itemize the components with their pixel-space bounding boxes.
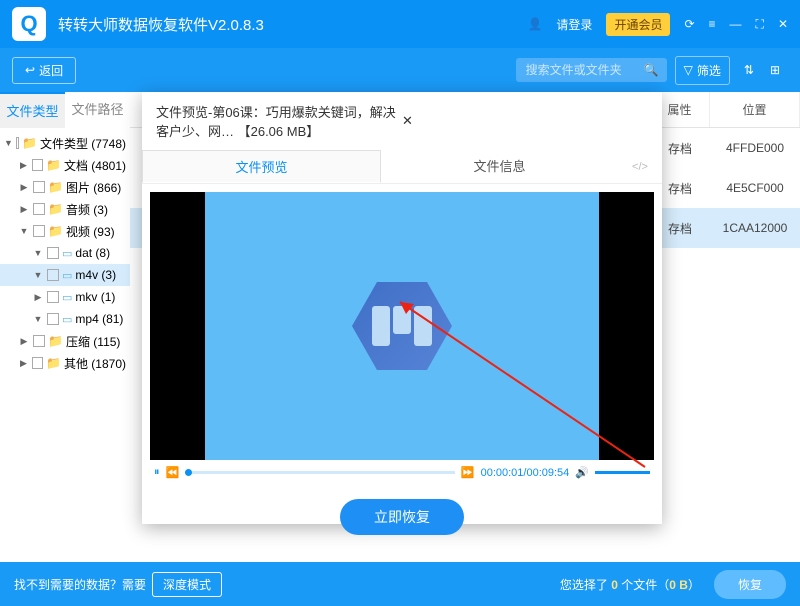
tab-info[interactable]: 文件信息 <box>381 150 618 183</box>
close-icon[interactable]: ✕ <box>778 17 788 31</box>
volume-bar[interactable] <box>595 471 650 474</box>
tab-file-path[interactable]: 文件路径 <box>65 92 130 128</box>
login-link[interactable]: 请登录 <box>556 16 592 33</box>
app-logo: Q <box>12 7 46 41</box>
volume-icon[interactable]: 🔊 <box>575 466 589 479</box>
status-text: 您选择了 0 个文件（0 B） <box>560 576 700 593</box>
back-button[interactable]: ↩ 返回 <box>12 57 76 84</box>
filter-icon: ▽ <box>684 63 693 77</box>
modal-restore-button[interactable]: 立即恢复 <box>340 499 464 535</box>
deep-mode-button[interactable]: 深度模式 <box>152 572 222 597</box>
footer: 找不到需要的数据？需要 深度模式 您选择了 0 个文件（0 B） 恢复 <box>0 562 800 606</box>
video-frame[interactable] <box>150 192 654 460</box>
vip-button[interactable]: 开通会员 <box>606 13 670 36</box>
filter-button[interactable]: ▽ 筛选 <box>675 56 730 85</box>
search-input[interactable] <box>516 58 636 82</box>
video-controls: ⏸ ⏪ ⏩ 00:00:01/00:09:54 🔊 <box>150 460 654 479</box>
progress-bar[interactable] <box>185 471 455 474</box>
file-tree: ▼📁文件类型 (7748)▶📁文档 (4801)▶📁图片 (866)▶📁音频 (… <box>0 128 130 378</box>
close-icon[interactable]: ✕ <box>402 113 648 129</box>
tab-code[interactable]: </> <box>618 150 662 183</box>
user-icon[interactable]: 👤 <box>527 17 542 31</box>
app-title: 转转大师数据恢复软件V2.0.8.3 <box>58 14 527 35</box>
tree-item[interactable]: ▶📁图片 (866) <box>0 176 130 198</box>
grid-icon[interactable]: ⊞ <box>762 58 788 82</box>
search-icon[interactable]: 🔍 <box>636 58 667 82</box>
footer-tip: 找不到需要的数据？需要 <box>14 576 146 593</box>
tree-item[interactable]: ▼▭dat (8) <box>0 242 130 264</box>
video-thumbnail-icon <box>352 276 452 376</box>
time-display: 00:00:01/00:09:54 <box>481 467 570 479</box>
tree-item[interactable]: ▶📁文档 (4801) <box>0 154 130 176</box>
sidebar: 文件类型 文件路径 ▼📁文件类型 (7748)▶📁文档 (4801)▶📁图片 (… <box>0 92 130 562</box>
maximize-icon[interactable]: ⛶ <box>756 17 764 32</box>
refresh-icon[interactable]: ⟳ <box>684 17 694 31</box>
titlebar: Q 转转大师数据恢复软件V2.0.8.3 👤 请登录 开通会员 ⟳ ≡ — ⛶ … <box>0 0 800 48</box>
col-loc[interactable]: 位置 <box>710 92 800 127</box>
toolbar: ↩ 返回 🔍 ▽ 筛选 ⇅ ⊞ <box>0 48 800 92</box>
pause-icon[interactable]: ⏸ <box>154 466 160 479</box>
tree-item[interactable]: ▼▭mp4 (81) <box>0 308 130 330</box>
tree-item[interactable]: ▶📁压缩 (115) <box>0 330 130 352</box>
tree-item[interactable]: ▶📁其他 (1870) <box>0 352 130 374</box>
tab-preview[interactable]: 文件预览 <box>142 150 381 183</box>
tab-file-type[interactable]: 文件类型 <box>0 92 65 128</box>
back-arrow-icon: ↩ <box>25 63 35 77</box>
sort-icon[interactable]: ⇅ <box>736 58 762 82</box>
footer-restore-button[interactable]: 恢复 <box>714 570 786 599</box>
rewind-icon[interactable]: ⏪ <box>166 466 180 479</box>
back-label: 返回 <box>39 62 63 79</box>
video-area: ⏸ ⏪ ⏩ 00:00:01/00:09:54 🔊 <box>150 192 654 479</box>
dialog-title: 文件预览-第06课：巧用爆款关键词，解决客户少、网… 【26.06 MB】 <box>156 102 402 140</box>
minimize-icon[interactable]: — <box>730 17 742 31</box>
tree-item[interactable]: ▶📁音频 (3) <box>0 198 130 220</box>
tree-item[interactable]: ▶▭mkv (1) <box>0 286 130 308</box>
preview-dialog: 文件预览-第06课：巧用爆款关键词，解决客户少、网… 【26.06 MB】 ✕ … <box>142 92 662 524</box>
tree-item[interactable]: ▼▭m4v (3) <box>0 264 130 286</box>
menu-icon[interactable]: ≡ <box>709 17 716 31</box>
tree-item[interactable]: ▼📁视频 (93) <box>0 220 130 242</box>
search-box: 🔍 <box>516 58 667 82</box>
forward-icon[interactable]: ⏩ <box>461 466 475 479</box>
tree-item[interactable]: ▼📁文件类型 (7748) <box>0 132 130 154</box>
filter-label: 筛选 <box>697 62 721 79</box>
